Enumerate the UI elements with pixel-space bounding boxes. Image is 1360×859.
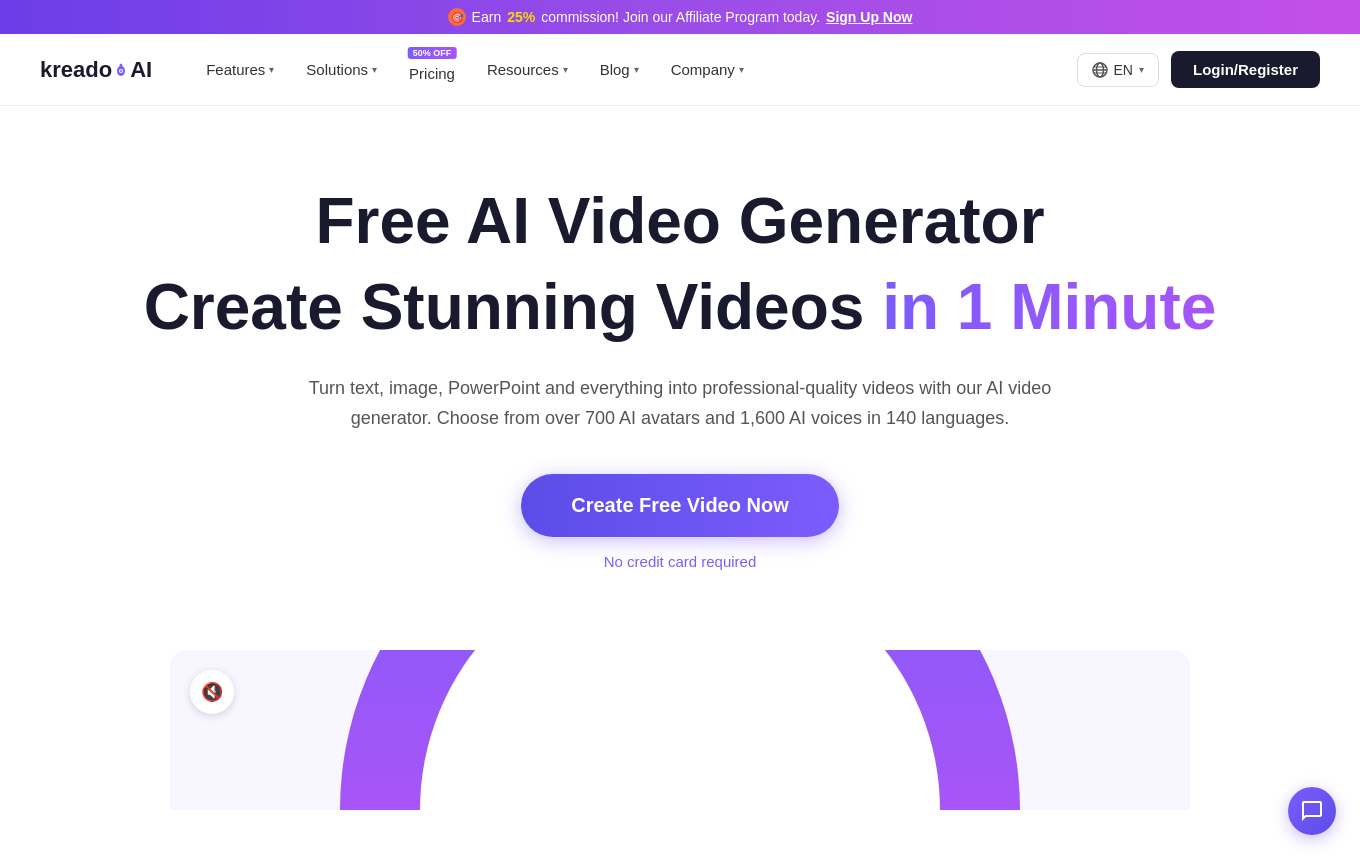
pricing-badge: 50% OFF	[408, 47, 457, 59]
hero-title-line1: Free AI Video Generator	[40, 186, 1320, 256]
login-register-button[interactable]: Login/Register	[1171, 51, 1320, 88]
globe-icon	[1092, 62, 1108, 78]
chevron-down-icon: ▾	[739, 64, 744, 75]
nav-label-resources: Resources	[487, 61, 559, 78]
nav-label-pricing: Pricing	[409, 65, 455, 82]
nav-item-pricing[interactable]: 50% OFF Pricing	[395, 49, 469, 90]
chevron-down-icon: ▾	[269, 64, 274, 75]
arch-inner	[420, 650, 940, 810]
mute-icon: 🔇	[201, 681, 223, 703]
banner-suffix: commission! Join our Affiliate Program t…	[541, 9, 820, 25]
nav-item-company[interactable]: Company ▾	[657, 53, 758, 86]
hero-description: Turn text, image, PowerPoint and everyth…	[280, 373, 1080, 434]
logo[interactable]: kreado AI	[40, 57, 152, 83]
banner-highlight: 25%	[507, 9, 535, 25]
navbar: kreado AI Features ▾ Solutions ▾ 50% OFF…	[0, 34, 1360, 106]
svg-point-3	[120, 63, 123, 68]
hero-title-gradient: in 1 Minute	[882, 271, 1216, 343]
logo-text: kreado	[40, 57, 112, 83]
nav-item-blog[interactable]: Blog ▾	[586, 53, 653, 86]
banner-signup-link[interactable]: Sign Up Now	[826, 9, 912, 25]
banner-icon: 🎯	[448, 8, 466, 26]
hero-title-plain: Create Stunning Videos	[144, 271, 865, 343]
nav-label-company: Company	[671, 61, 735, 78]
chat-widget[interactable]	[1288, 787, 1336, 810]
hero-section: Free AI Video Generator Create Stunning …	[0, 106, 1360, 610]
nav-label-blog: Blog	[600, 61, 630, 78]
create-free-video-button[interactable]: Create Free Video Now	[521, 474, 838, 537]
logo-text-ai: AI	[130, 57, 152, 83]
banner-prefix: Earn	[472, 9, 502, 25]
video-arch	[170, 650, 1190, 810]
svg-point-2	[120, 70, 122, 72]
nav-label-solutions: Solutions	[306, 61, 368, 78]
chevron-down-icon: ▾	[372, 64, 377, 75]
chevron-down-icon: ▾	[1139, 64, 1144, 75]
top-banner: 🎯 Earn 25% commission! Join our Affiliat…	[0, 0, 1360, 34]
chevron-down-icon: ▾	[563, 64, 568, 75]
nav-item-resources[interactable]: Resources ▾	[473, 53, 582, 86]
mute-button[interactable]: 🔇	[190, 670, 234, 714]
nav-item-solutions[interactable]: Solutions ▾	[292, 53, 391, 86]
nav-item-features[interactable]: Features ▾	[192, 53, 288, 86]
nav-label-features: Features	[206, 61, 265, 78]
language-selector[interactable]: EN ▾	[1077, 53, 1159, 87]
no-credit-label: No credit card required	[40, 553, 1320, 570]
nav-links: Features ▾ Solutions ▾ 50% OFF Pricing R…	[192, 49, 1076, 90]
hero-title-line2: Create Stunning Videos in 1 Minute	[40, 272, 1320, 342]
chat-icon	[1300, 799, 1324, 810]
chevron-down-icon: ▾	[634, 64, 639, 75]
nav-right: EN ▾ Login/Register	[1077, 51, 1320, 88]
video-preview-area: 🔇	[170, 650, 1190, 810]
language-label: EN	[1114, 62, 1133, 78]
logo-eye-icon	[113, 62, 129, 78]
